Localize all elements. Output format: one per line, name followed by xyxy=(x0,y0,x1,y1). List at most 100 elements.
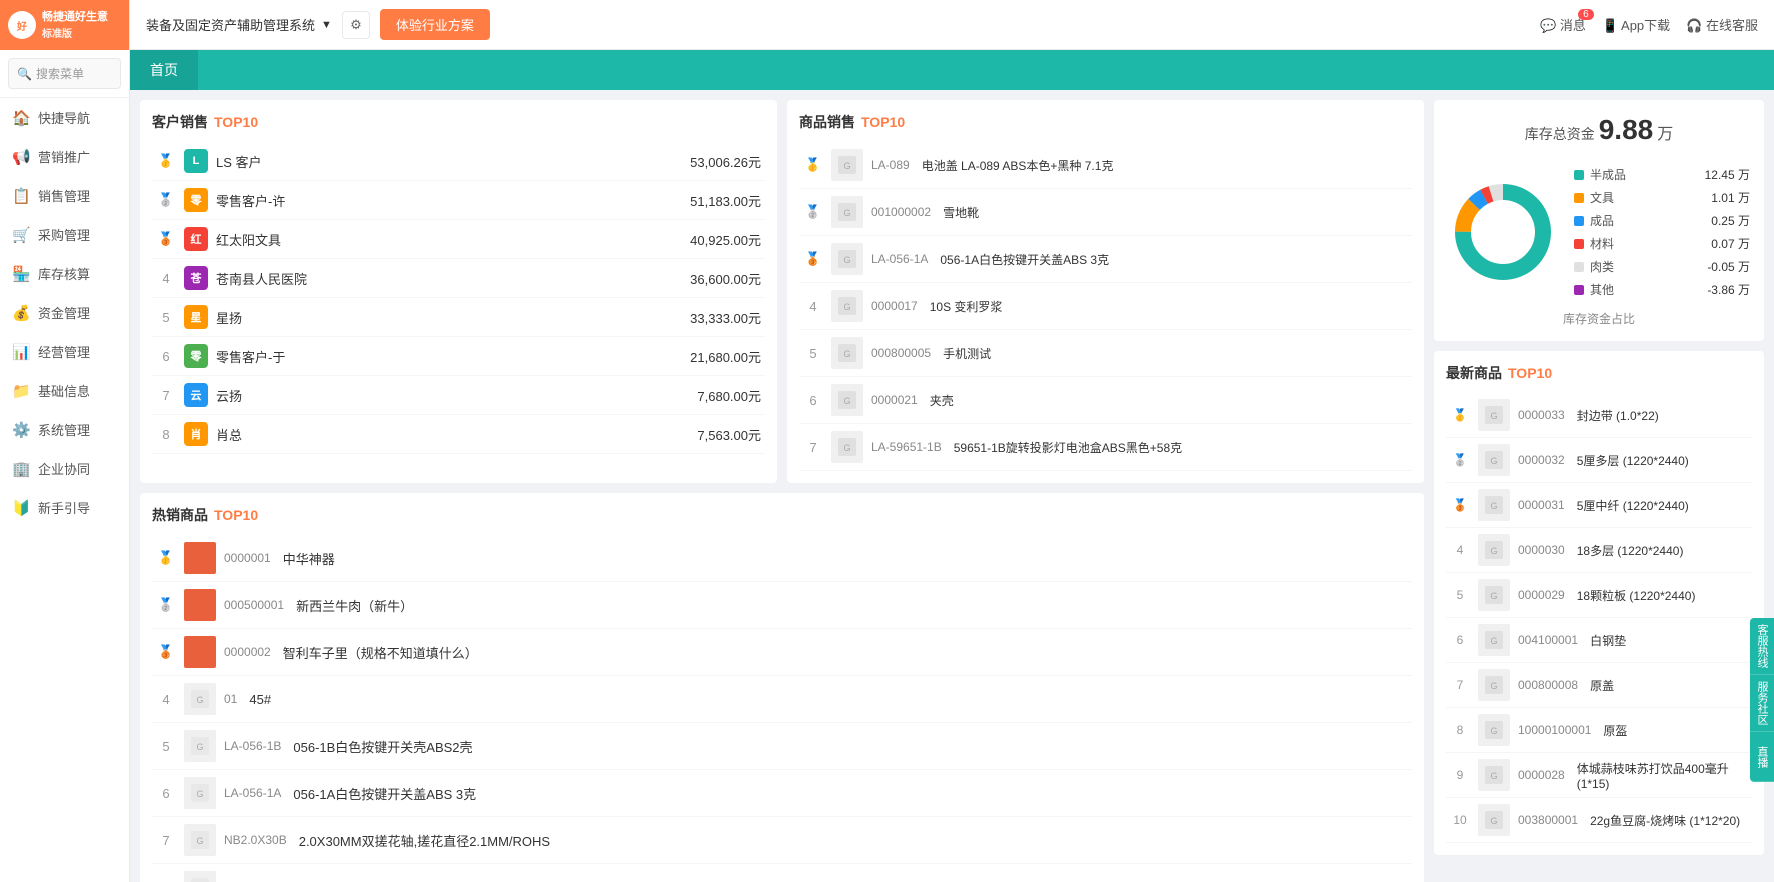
hot-product-item[interactable]: 5 G LA-056-1B 056-1B白色按键开关壳ABS2壳 xyxy=(152,723,1412,770)
rank-number: 5 xyxy=(1450,588,1470,602)
sidebar-item-corp[interactable]: 🏢 企业协同 xyxy=(0,449,129,488)
customer-name: 苍南县人民医院 xyxy=(216,269,682,288)
newest-products-title: 最新商品 TOP10 xyxy=(1446,363,1752,383)
product-ranking-item[interactable]: 🥇 G LA-089 电池盖 LA-089 ABS本色+黑种 7.1克 xyxy=(799,142,1412,189)
svg-text:G: G xyxy=(1490,636,1497,646)
product-img-placeholder: G xyxy=(831,431,863,463)
product-code: LA-59651-1B xyxy=(871,440,942,454)
product-name: 智利车子里（规格不知道填什么） xyxy=(283,643,478,662)
float-btn-community[interactable]: 服务社区 xyxy=(1750,675,1774,732)
newest-product-item[interactable]: 9 G 0000028 体城蒜枝味苏打饮品400毫升 (1*15) xyxy=(1446,753,1752,798)
newest-product-item[interactable]: 🥇 G 0000033 封边带 (1.0*22) xyxy=(1446,393,1752,438)
svg-text:G: G xyxy=(196,789,203,799)
float-btn-live[interactable]: 直播 xyxy=(1750,732,1774,782)
rank-number: 10 xyxy=(1450,813,1470,827)
ranking-item[interactable]: 8 肖 肖总 7,563.00元 xyxy=(152,415,765,454)
newest-product-item[interactable]: 6 G 004100001 白钢垫 xyxy=(1446,618,1752,663)
product-image-placeholder: G xyxy=(184,824,216,856)
legend-value: -0.05 万 xyxy=(1707,258,1750,275)
message-icon: 💬 xyxy=(1540,18,1556,33)
hot-product-item[interactable]: 6 G LA-056-1A 056-1A白色按键开关盖ABS 3克 xyxy=(152,770,1412,817)
newest-product-item[interactable]: 🥉 G 0000031 5厘中纤 (1220*2440) xyxy=(1446,483,1752,528)
system-selector[interactable]: 装备及固定资产辅助管理系统 ▼ xyxy=(146,15,332,34)
sidebar-item-guide[interactable]: 🔰 新手引导 xyxy=(0,488,129,527)
legend-color xyxy=(1574,262,1584,272)
product-code: 0000021 xyxy=(871,393,918,407)
hot-product-item[interactable]: 🥇 0000001 中华神器 xyxy=(152,535,1412,582)
ranking-item[interactable]: 4 苍 苍南县人民医院 36,600.00元 xyxy=(152,259,765,298)
hot-product-item[interactable]: 7 G NB2.0X30B 2.0X30MM双搓花轴,搓花直径2.1MM/ROH… xyxy=(152,817,1412,864)
legend-name: 材料 xyxy=(1590,235,1705,252)
svg-text:G: G xyxy=(196,742,203,752)
rank-number: 4 xyxy=(1450,543,1470,557)
product-img: G xyxy=(1478,804,1510,836)
search-icon: 🔍 xyxy=(17,67,32,81)
message-button[interactable]: 💬 消息 6 xyxy=(1540,15,1586,34)
product-ranking-item[interactable]: 5 G 000800005 手机测试 xyxy=(799,330,1412,377)
product-ranking-item[interactable]: 🥈 G 001000002 雪地靴 xyxy=(799,189,1412,236)
product-code: 10000100001 xyxy=(1518,723,1591,737)
newest-product-item[interactable]: 🥈 G 0000032 5厘多层 (1220*2440) xyxy=(1446,438,1752,483)
product-name: 5厘多层 (1220*2440) xyxy=(1577,452,1689,469)
ranking-item[interactable]: 6 零 零售客户-于 21,680.00元 xyxy=(152,337,765,376)
online-service-button[interactable]: 🎧 在线客服 xyxy=(1686,15,1758,34)
newest-product-item[interactable]: 5 G 0000029 18颗粒板 (1220*2440) xyxy=(1446,573,1752,618)
rank-number: 🥈 xyxy=(1450,453,1470,467)
ranking-item[interactable]: 🥉 红 红太阳文具 40,925.00元 xyxy=(152,220,765,259)
main-area: 装备及固定资产辅助管理系统 ▼ ⚙ 体验行业方案 💬 消息 6 📱 App下载 … xyxy=(130,0,1774,882)
customer-amount: 53,006.26元 xyxy=(690,152,761,171)
product-code: 0000001 xyxy=(224,551,271,565)
ranking-item[interactable]: 7 云 云扬 7,680.00元 xyxy=(152,376,765,415)
settings-button[interactable]: ⚙ xyxy=(342,11,370,39)
sidebar-item-sales[interactable]: 📋 销售管理 xyxy=(0,176,129,215)
trial-button[interactable]: 体验行业方案 xyxy=(380,9,490,40)
product-image xyxy=(184,636,216,668)
legend-item: 其他 -3.86 万 xyxy=(1574,281,1750,298)
sidebar-item-inventory[interactable]: 🏪 库存核算 xyxy=(0,254,129,293)
sidebar-item-shortcuts[interactable]: 🏠 快捷导航 xyxy=(0,98,129,137)
hot-product-item[interactable]: 🥈 000500001 新西兰牛肉（新牛） xyxy=(152,582,1412,629)
product-ranking-item[interactable]: 7 G LA-59651-1B 59651-1B旋转投影灯电池盒ABS黑色+58… xyxy=(799,424,1412,471)
customer-name: 肖总 xyxy=(216,425,689,444)
product-img: G xyxy=(1478,579,1510,611)
hot-product-item[interactable]: 4 G 01 45# xyxy=(152,676,1412,723)
product-ranking-item[interactable]: 4 G 0000017 10S 变利罗浆 xyxy=(799,283,1412,330)
ranking-item[interactable]: 5 星 星扬 33,333.00元 xyxy=(152,298,765,337)
product-ranking-item[interactable]: 6 G 0000021 夹壳 xyxy=(799,377,1412,424)
product-ranking-item[interactable]: 🥉 G LA-056-1A 056-1A白色按键开关盖ABS 3克 xyxy=(799,236,1412,283)
ranking-item[interactable]: 🥈 零 零售客户-许 51,183.00元 xyxy=(152,181,765,220)
avatar: 星 xyxy=(184,305,208,329)
customer-amount: 7,563.00元 xyxy=(697,425,761,444)
avatar: 零 xyxy=(184,344,208,368)
svg-text:G: G xyxy=(843,302,850,312)
phone-icon: 📱 xyxy=(1602,18,1618,33)
hot-product-item[interactable]: 🥉 0000002 智利车子里（规格不知道填什么） xyxy=(152,629,1412,676)
tab-home[interactable]: 首页 xyxy=(130,50,198,90)
legend-value: 0.07 万 xyxy=(1711,235,1750,252)
product-name: 电池盖 LA-089 ABS本色+黑种 7.1克 xyxy=(922,157,1114,174)
sidebar-item-basic[interactable]: 📁 基础信息 xyxy=(0,371,129,410)
sidebar-item-system[interactable]: ⚙️ 系统管理 xyxy=(0,410,129,449)
purchase-icon: 🛒 xyxy=(12,226,30,244)
newest-product-item[interactable]: 10 G 003800001 22g鱼豆腐-烧烤味 (1*12*20) xyxy=(1446,798,1752,843)
sidebar-item-purchase[interactable]: 🛒 采购管理 xyxy=(0,215,129,254)
product-code: 0000028 xyxy=(1518,768,1565,782)
sidebar-item-marketing[interactable]: 📢 营销推广 xyxy=(0,137,129,176)
sidebar-item-finance[interactable]: 💰 资金管理 xyxy=(0,293,129,332)
newest-product-item[interactable]: 4 G 0000030 18多层 (1220*2440) xyxy=(1446,528,1752,573)
finance-icon: 💰 xyxy=(12,304,30,322)
sidebar-item-operation[interactable]: 📊 经营管理 xyxy=(0,332,129,371)
search-menu-button[interactable]: 🔍 搜索菜单 xyxy=(8,58,121,89)
newest-product-item[interactable]: 7 G 000800008 原盖 xyxy=(1446,663,1752,708)
app-download-button[interactable]: 📱 App下载 xyxy=(1602,15,1670,34)
newest-product-item[interactable]: 8 G 10000100001 原盔 xyxy=(1446,708,1752,753)
product-img: G xyxy=(1478,534,1510,566)
hot-product-item[interactable]: 8 G 0000011 12070519-xs xyxy=(152,864,1412,882)
ranking-item[interactable]: 🥇 L LS 客户 53,006.26元 xyxy=(152,142,765,181)
product-img: G xyxy=(1478,624,1510,656)
sidebar-search[interactable]: 🔍 搜索菜单 xyxy=(0,50,129,98)
rank-number: 7 xyxy=(156,388,176,403)
legend-color xyxy=(1574,239,1584,249)
legend-name: 肉类 xyxy=(1590,258,1701,275)
float-btn-service[interactable]: 客服热线 xyxy=(1750,618,1774,675)
